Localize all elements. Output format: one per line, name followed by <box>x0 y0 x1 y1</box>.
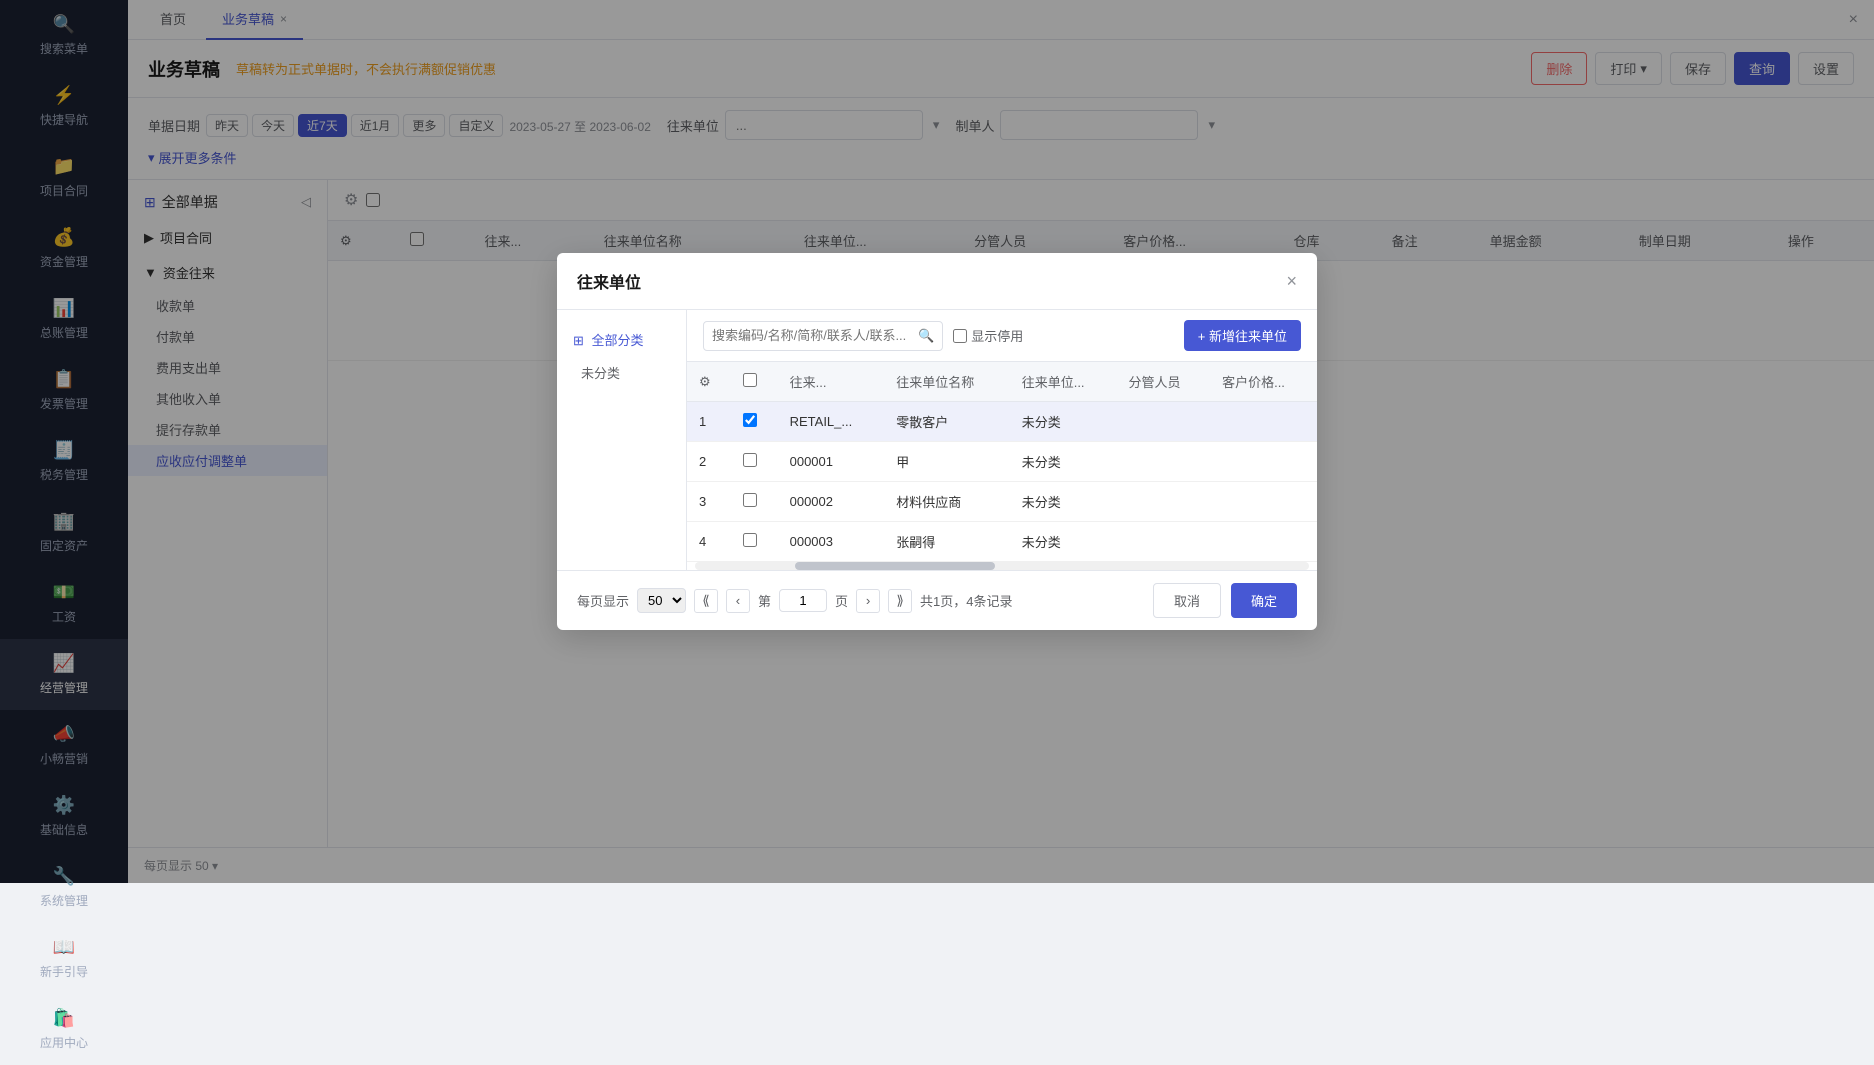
row-index: 4 <box>687 522 731 562</box>
search-icon: 🔍 <box>918 328 934 344</box>
search-input[interactable] <box>712 328 912 343</box>
row-price <box>1210 482 1317 522</box>
row-manager <box>1117 442 1211 482</box>
confirm-button[interactable]: 确定 <box>1231 583 1297 618</box>
table-row[interactable]: 1 RETAIL_... 零散客户 未分类 <box>687 402 1317 442</box>
row-category: 未分类 <box>1010 442 1117 482</box>
row-name: 材料供应商 <box>884 482 1010 522</box>
sidebar-item-apps[interactable]: 🛍️ 应用中心 <box>0 994 128 1065</box>
row-name: 张嗣得 <box>884 522 1010 562</box>
row-code: 000001 <box>778 442 885 482</box>
next-page-button[interactable]: › <box>856 589 880 613</box>
dcol-settings: ⚙ <box>687 362 731 402</box>
row-checkbox[interactable] <box>743 533 757 547</box>
dcol-name: 往来单位名称 <box>884 362 1010 402</box>
dialog-toolbar: 🔍 显示停用 + 新增往来单位 <box>687 310 1317 362</box>
dialog-body: ⊞ 全部分类 未分类 🔍 显示停用 + 新增往来单位 <box>557 310 1317 570</box>
dialog-main-area: 🔍 显示停用 + 新增往来单位 ⚙ <box>687 310 1317 570</box>
page-size-select[interactable]: 50 <box>637 588 686 613</box>
row-category: 未分类 <box>1010 402 1117 442</box>
cancel-button[interactable]: 取消 <box>1153 583 1221 618</box>
first-page-button[interactable]: ⟪ <box>694 589 718 613</box>
dcol-code: 往来... <box>778 362 885 402</box>
dialog-footer: 每页显示 50 ⟪ ‹ 第 页 › ⟫ 共1页，4条记录 取消 确定 <box>557 570 1317 630</box>
row-manager <box>1117 522 1211 562</box>
dialog-table: ⚙ 往来... 往来单位名称 往来单位... 分管人员 客户价格... <box>687 362 1317 562</box>
row-price <box>1210 402 1317 442</box>
dialog-table-wrap: ⚙ 往来... 往来单位名称 往来单位... 分管人员 客户价格... <box>687 362 1317 562</box>
table-row[interactable]: 4 000003 张嗣得 未分类 <box>687 522 1317 562</box>
row-price <box>1210 522 1317 562</box>
row-category: 未分类 <box>1010 482 1117 522</box>
modal-overlay: 往来单位 × ⊞ 全部分类 未分类 🔍 <box>0 0 1874 883</box>
row-manager <box>1117 402 1211 442</box>
dcol-category: 往来单位... <box>1010 362 1117 402</box>
dialog-header-checkbox[interactable] <box>743 373 757 387</box>
guide-icon: 📖 <box>53 937 75 958</box>
row-index: 3 <box>687 482 731 522</box>
last-page-button[interactable]: ⟫ <box>888 589 912 613</box>
dcol-manager: 分管人员 <box>1117 362 1211 402</box>
row-checkbox[interactable] <box>743 413 757 427</box>
dialog-sidebar-uncategorized[interactable]: 未分类 <box>557 357 686 388</box>
page-number-input[interactable] <box>779 589 827 612</box>
row-category: 未分类 <box>1010 522 1117 562</box>
sidebar-item-guide[interactable]: 📖 新手引导 <box>0 923 128 994</box>
table-row[interactable]: 3 000002 材料供应商 未分类 <box>687 482 1317 522</box>
dialog-sidebar: ⊞ 全部分类 未分类 <box>557 310 687 570</box>
dialog-close-button[interactable]: × <box>1286 271 1297 292</box>
row-manager <box>1117 482 1211 522</box>
row-checkbox[interactable] <box>743 493 757 507</box>
scrollbar-thumb <box>795 562 995 570</box>
prev-page-button[interactable]: ‹ <box>726 589 750 613</box>
horizontal-scrollbar[interactable] <box>695 562 1309 570</box>
row-code: 000002 <box>778 482 885 522</box>
apps-icon: 🛍️ <box>53 1008 75 1029</box>
dialog-title: 往来单位 <box>577 269 641 293</box>
dialog-header: 往来单位 × <box>557 253 1317 310</box>
table-row[interactable]: 2 000001 甲 未分类 <box>687 442 1317 482</box>
dialog-action-buttons: 取消 确定 <box>1153 583 1297 618</box>
add-partner-button[interactable]: + 新增往来单位 <box>1184 320 1301 351</box>
row-price <box>1210 442 1317 482</box>
grid-icon-small: ⊞ <box>573 333 584 348</box>
dcol-price: 客户价格... <box>1210 362 1317 402</box>
dcol-checkbox <box>731 362 778 402</box>
show-disabled-checkbox[interactable] <box>953 329 967 343</box>
row-name: 甲 <box>884 442 1010 482</box>
row-checkbox[interactable] <box>743 453 757 467</box>
row-index: 1 <box>687 402 731 442</box>
row-name: 零散客户 <box>884 402 1010 442</box>
dialog-sidebar-all[interactable]: ⊞ 全部分类 <box>557 322 686 357</box>
row-index: 2 <box>687 442 731 482</box>
pagination: 每页显示 50 ⟪ ‹ 第 页 › ⟫ 共1页，4条记录 <box>577 588 1013 613</box>
partner-dialog: 往来单位 × ⊞ 全部分类 未分类 🔍 <box>557 253 1317 630</box>
search-box: 🔍 <box>703 321 943 351</box>
row-code: 000003 <box>778 522 885 562</box>
show-disabled-label: 显示停用 <box>953 326 1023 345</box>
row-code: RETAIL_... <box>778 402 885 442</box>
